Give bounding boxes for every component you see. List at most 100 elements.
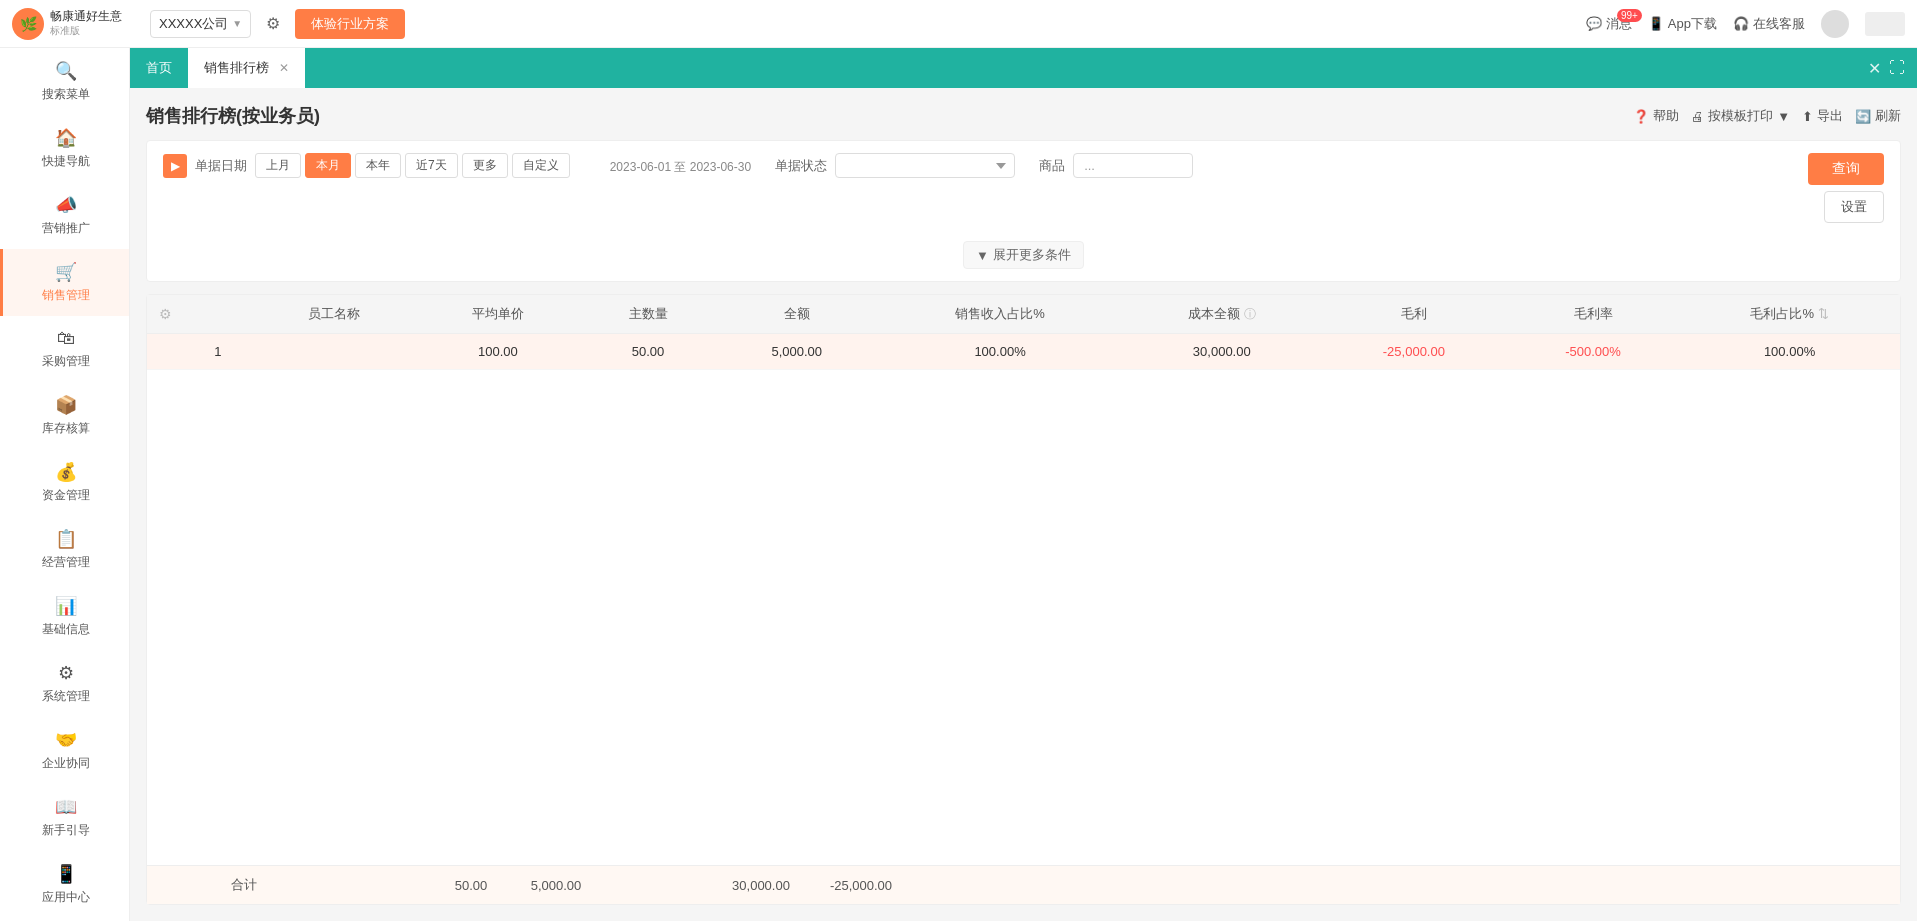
- sales-icon: 🛒: [55, 261, 77, 283]
- service-label: 在线客服: [1753, 15, 1805, 33]
- filter-toggle-btn[interactable]: ▶: [163, 154, 187, 178]
- settings-icon[interactable]: ⚙: [259, 10, 287, 38]
- footer-avg-price: [331, 878, 431, 893]
- refresh-btn[interactable]: 🔄 刷新: [1855, 107, 1901, 125]
- col-employee: 员工名称: [252, 295, 416, 334]
- sidebar-label-home: 快捷导航: [42, 153, 90, 170]
- maximize-icon[interactable]: ⛶: [1889, 59, 1905, 77]
- app-download-btn[interactable]: 📱 App下载: [1648, 15, 1717, 33]
- company-name: XXXXX公司: [159, 15, 228, 33]
- help-icon: ❓: [1633, 109, 1649, 124]
- sidebar-item-inventory[interactable]: 📦 库存核算: [0, 382, 129, 449]
- footer-sales-pct: [601, 878, 711, 893]
- print-btn[interactable]: 🖨 按模板打印 ▼: [1691, 107, 1790, 125]
- footer-label: 合计: [231, 876, 331, 894]
- logo-text: 畅康通好生意: [50, 9, 122, 25]
- sidebar-item-sales[interactable]: 🛒 销售管理: [0, 249, 129, 316]
- page-actions: ❓ 帮助 🖨 按模板打印 ▼ ⬆ 导出 🔄 刷新: [1633, 107, 1901, 125]
- row-avg-price: 100.00: [416, 334, 580, 370]
- export-btn[interactable]: ⬆ 导出: [1802, 107, 1843, 125]
- status-select[interactable]: [835, 153, 1015, 178]
- date-range-display: 2023-06-01 至 2023-06-30: [610, 159, 751, 176]
- marketing-icon: 📣: [55, 194, 77, 216]
- system-icon: ⚙: [58, 662, 74, 684]
- table-footer: 合计 50.00 5,000.00 30,000.00 -25,000.00: [147, 865, 1900, 904]
- row-main-qty: 50.00: [580, 334, 716, 370]
- tab-close-icon[interactable]: ✕: [279, 61, 289, 75]
- sidebar-label-management: 经营管理: [42, 554, 90, 571]
- footer-gross-rate: [911, 878, 1001, 893]
- sidebar-item-search[interactable]: 🔍 搜索菜单: [0, 48, 129, 115]
- help-btn[interactable]: ❓ 帮助: [1633, 107, 1679, 125]
- sidebar-item-home[interactable]: 🏠 快捷导航: [0, 115, 129, 182]
- management-icon: 📋: [55, 528, 77, 550]
- headset-icon: 🎧: [1733, 16, 1749, 31]
- guide-icon: 📖: [55, 796, 77, 818]
- online-service-btn[interactable]: 🎧 在线客服: [1733, 15, 1805, 33]
- sidebar-item-system[interactable]: ⚙ 系统管理: [0, 650, 129, 717]
- message-btn[interactable]: 💬 消息 99+: [1586, 15, 1632, 33]
- expand-icon: ▼: [976, 248, 989, 263]
- row-settings-col: [147, 334, 184, 370]
- sidebar-item-purchase[interactable]: 🛍 采购管理: [0, 316, 129, 382]
- sidebar-item-basic-info[interactable]: 📊 基础信息: [0, 583, 129, 650]
- date-btn-thisyear[interactable]: 本年: [355, 153, 401, 178]
- basic-info-icon: 📊: [55, 595, 77, 617]
- sidebar-label-apps: 应用中心: [42, 889, 90, 906]
- app-label: App下载: [1668, 15, 1717, 33]
- goods-input[interactable]: ...: [1073, 153, 1193, 178]
- sidebar-item-apps[interactable]: 📱 应用中心: [0, 851, 129, 918]
- avatar[interactable]: [1821, 10, 1849, 38]
- apps-icon: 📱: [55, 863, 77, 885]
- experience-btn[interactable]: 体验行业方案: [295, 9, 405, 39]
- date-btn-thismonth[interactable]: 本月: [305, 153, 351, 178]
- sidebar-item-guide[interactable]: 📖 新手引导: [0, 784, 129, 851]
- column-settings-icon[interactable]: ⚙: [159, 306, 172, 322]
- sidebar-label-guide: 新手引导: [42, 822, 90, 839]
- sidebar-item-enterprise[interactable]: 🤝 企业协同: [0, 717, 129, 784]
- expand-row: ▼ 展开更多条件: [163, 233, 1884, 269]
- row-sales-pct: 100.00%: [877, 334, 1122, 370]
- main-layout: 🔍 搜索菜单 🏠 快捷导航 📣 营销推广 🛒 销售管理 🛍 采购管理 📦 库存核…: [0, 48, 1917, 921]
- date-btn-lastmonth[interactable]: 上月: [255, 153, 301, 178]
- table-row: 1 100.00 50.00 5,000.00 100.00% 30,000.0…: [147, 334, 1900, 370]
- row-cost: 30,000.00: [1123, 334, 1321, 370]
- user-name[interactable]: [1865, 12, 1905, 36]
- tab-sales-label: 销售排行榜: [204, 59, 269, 77]
- col-cost: 成本全额 ⓘ: [1123, 295, 1321, 334]
- page-content: 销售排行榜(按业务员) ❓ 帮助 🖨 按模板打印 ▼ ⬆ 导出: [130, 88, 1917, 921]
- row-gross: -25,000.00: [1321, 334, 1507, 370]
- tab-home[interactable]: 首页: [130, 48, 188, 88]
- sort-icon[interactable]: ⇅: [1818, 306, 1829, 321]
- sidebar-label-sales: 销售管理: [42, 287, 90, 304]
- close-window-icon[interactable]: ✕: [1868, 59, 1881, 78]
- expand-more-btn[interactable]: ▼ 展开更多条件: [963, 241, 1084, 269]
- sidebar-label-finance: 资金管理: [42, 487, 90, 504]
- tab-sales-ranking[interactable]: 销售排行榜 ✕: [188, 48, 305, 88]
- tab-home-label: 首页: [146, 59, 172, 77]
- info-icon: ⓘ: [1244, 307, 1256, 321]
- logo-badge: 标准版: [50, 24, 122, 38]
- query-btn[interactable]: 查询: [1808, 153, 1884, 185]
- row-rank: 1: [184, 334, 252, 370]
- goods-filter-label: 商品: [1039, 157, 1065, 175]
- filter-settings-btn[interactable]: 设置: [1824, 191, 1884, 223]
- message-icon: 💬: [1586, 16, 1602, 31]
- sidebar-item-management[interactable]: 📋 经营管理: [0, 516, 129, 583]
- date-btn-7days[interactable]: 近7天: [405, 153, 458, 178]
- col-settings: ⚙: [147, 295, 184, 334]
- message-badge: 99+: [1617, 9, 1642, 22]
- col-gross-pct: 毛利占比% ⇅: [1679, 295, 1900, 334]
- sidebar-label-marketing: 营销推广: [42, 220, 90, 237]
- company-selector[interactable]: XXXXX公司 ▼: [150, 10, 251, 38]
- date-filter-label: 单据日期: [195, 157, 247, 175]
- sidebar-item-marketing[interactable]: 📣 营销推广: [0, 182, 129, 249]
- col-rank: [184, 295, 252, 334]
- date-btn-custom[interactable]: 自定义: [512, 153, 570, 178]
- logo-area: 🌿 畅康通好生意 标准版: [12, 8, 122, 40]
- date-btn-more[interactable]: 更多: [462, 153, 508, 178]
- sidebar-item-finance[interactable]: 💰 资金管理: [0, 449, 129, 516]
- col-gross-rate: 毛利率: [1507, 295, 1679, 334]
- status-filter: 单据状态: [775, 153, 1015, 178]
- sidebar-label-basic-info: 基础信息: [42, 621, 90, 638]
